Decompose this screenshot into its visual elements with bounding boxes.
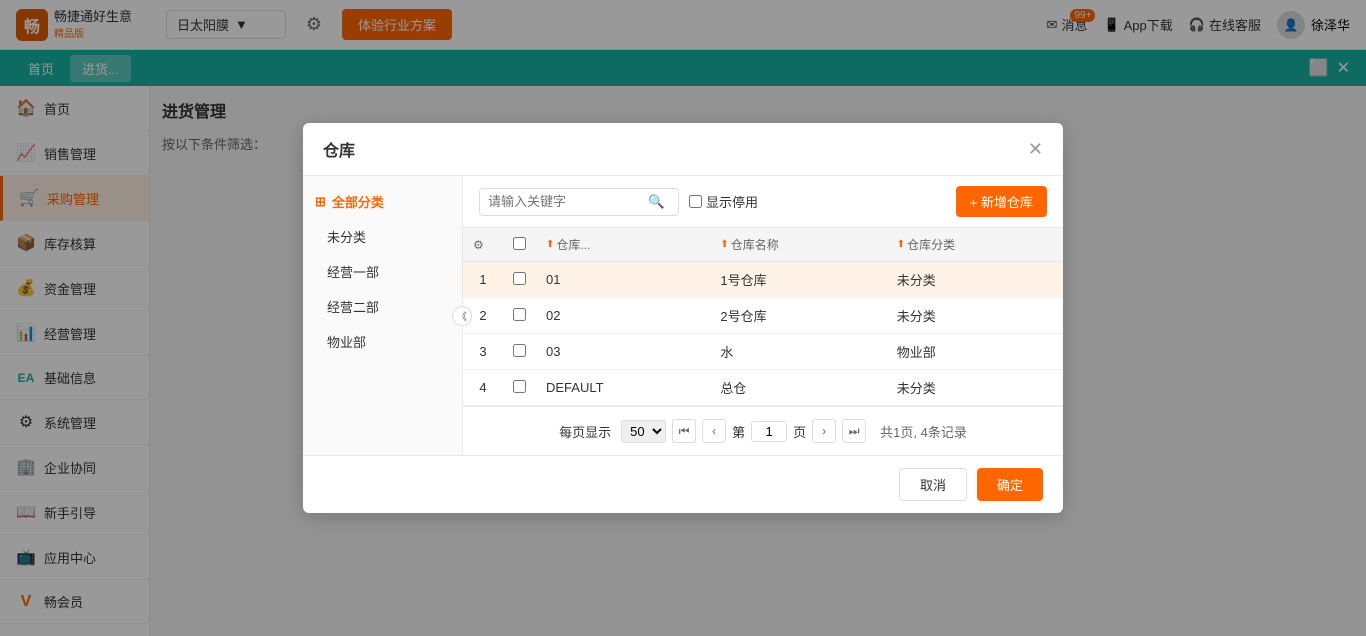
modal-footer: 取消 确定 [303, 455, 1063, 513]
search-box: 🔍 [479, 188, 679, 216]
sort-icon3: ⬆ [897, 239, 905, 250]
category-item-uncategorized[interactable]: 未分类 [303, 219, 462, 254]
add-warehouse-button[interactable]: + 新增仓库 [956, 186, 1047, 217]
category-item-ops1[interactable]: 经营一部 [303, 254, 462, 289]
sort-icon: ⬆ [546, 239, 554, 250]
table-header: ⚙ ⬆ 仓库... ⬆ [463, 228, 1063, 262]
sort-code[interactable]: ⬆ 仓库... [546, 236, 590, 253]
row-code: 03 [536, 334, 710, 370]
warehouse-table: ⚙ ⬆ 仓库... ⬆ [463, 228, 1063, 406]
sort-name[interactable]: ⬆ 仓库名称 [720, 236, 778, 253]
per-page-select[interactable]: 50 [621, 420, 666, 443]
row-category: 物业部 [887, 334, 1063, 370]
row-check[interactable] [503, 370, 536, 406]
table-body: 1 01 1号仓库 未分类 2 02 2号仓库 [463, 262, 1063, 406]
sort-icon2: ⬆ [720, 239, 728, 250]
category-item-property[interactable]: 物业部 [303, 324, 462, 359]
row-category: 未分类 [887, 262, 1063, 298]
page-unit: 页 [793, 422, 806, 441]
prev-page-button[interactable]: ‹ [702, 419, 726, 443]
confirm-button[interactable]: 确定 [977, 468, 1043, 501]
page-input[interactable] [751, 421, 787, 442]
show-disabled-input[interactable] [689, 195, 702, 208]
table-row[interactable]: 4 DEFAULT 总仓 未分类 [463, 370, 1063, 406]
row-name: 1号仓库 [710, 262, 886, 298]
search-button[interactable]: 🔍 [640, 189, 673, 215]
table-scroll: ⚙ ⬆ 仓库... ⬆ [463, 228, 1063, 406]
content-toolbar: 🔍 显示停用 + 新增仓库 [463, 176, 1063, 228]
row-category: 未分类 [887, 298, 1063, 334]
category-item-ops2[interactable]: 经营二部 [303, 289, 462, 324]
col-name: ⬆ 仓库名称 [710, 228, 886, 262]
search-input[interactable] [480, 189, 640, 214]
row-code: 01 [536, 262, 710, 298]
total-info: 共1页, 4条记录 [880, 422, 967, 441]
row-check[interactable] [503, 298, 536, 334]
row-check[interactable] [503, 334, 536, 370]
col-category: ⬆ 仓库分类 [887, 228, 1063, 262]
table-row[interactable]: 1 01 1号仓库 未分类 [463, 262, 1063, 298]
grid-icon: ⊞ [315, 194, 326, 210]
row-code: 02 [536, 298, 710, 334]
pagination: 每页显示 50 ⏮ ‹ 第 页 › ⏭ 共1页, 4条记录 [463, 406, 1063, 455]
next-page-button[interactable]: › [812, 419, 836, 443]
row-code: DEFAULT [536, 370, 710, 406]
row-check[interactable] [503, 262, 536, 298]
table-row[interactable]: 2 02 2号仓库 未分类 [463, 298, 1063, 334]
category-panel: ⊞ 全部分类 未分类 经营一部 经营二部 物业部 《 [303, 176, 463, 455]
col-checkbox [503, 228, 536, 262]
modal-body: ⊞ 全部分类 未分类 经营一部 经营二部 物业部 《 🔍 [303, 176, 1063, 455]
modal-title: 仓库 [323, 137, 355, 161]
warehouse-modal: 仓库 ✕ ⊞ 全部分类 未分类 经营一部 经营二部 物业部 《 [303, 123, 1063, 513]
modal-header: 仓库 ✕ [303, 123, 1063, 176]
row-num: 3 [463, 334, 503, 370]
modal-overlay[interactable]: 仓库 ✕ ⊞ 全部分类 未分类 经营一部 经营二部 物业部 《 [0, 0, 1366, 636]
row-name: 总仓 [710, 370, 886, 406]
row-category: 未分类 [887, 370, 1063, 406]
select-all-checkbox[interactable] [513, 237, 526, 250]
cancel-button[interactable]: 取消 [899, 468, 967, 501]
modal-close-button[interactable]: ✕ [1028, 139, 1043, 160]
per-page-label: 每页显示 [559, 422, 611, 441]
category-header[interactable]: ⊞ 全部分类 [303, 184, 462, 219]
sort-category[interactable]: ⬆ 仓库分类 [897, 236, 955, 253]
row-num: 1 [463, 262, 503, 298]
col-code: ⬆ 仓库... [536, 228, 710, 262]
col-settings[interactable]: ⚙ [463, 228, 503, 262]
category-collapse-button[interactable]: 《 [452, 306, 472, 326]
row-name: 水 [710, 334, 886, 370]
table-row[interactable]: 3 03 水 物业部 [463, 334, 1063, 370]
page-label: 第 [732, 422, 745, 441]
show-disabled-checkbox[interactable]: 显示停用 [689, 192, 758, 211]
first-page-button[interactable]: ⏮ [672, 419, 696, 443]
last-page-button[interactable]: ⏭ [842, 419, 866, 443]
row-name: 2号仓库 [710, 298, 886, 334]
row-num: 4 [463, 370, 503, 406]
content-panel: 🔍 显示停用 + 新增仓库 ⚙ [463, 176, 1063, 455]
